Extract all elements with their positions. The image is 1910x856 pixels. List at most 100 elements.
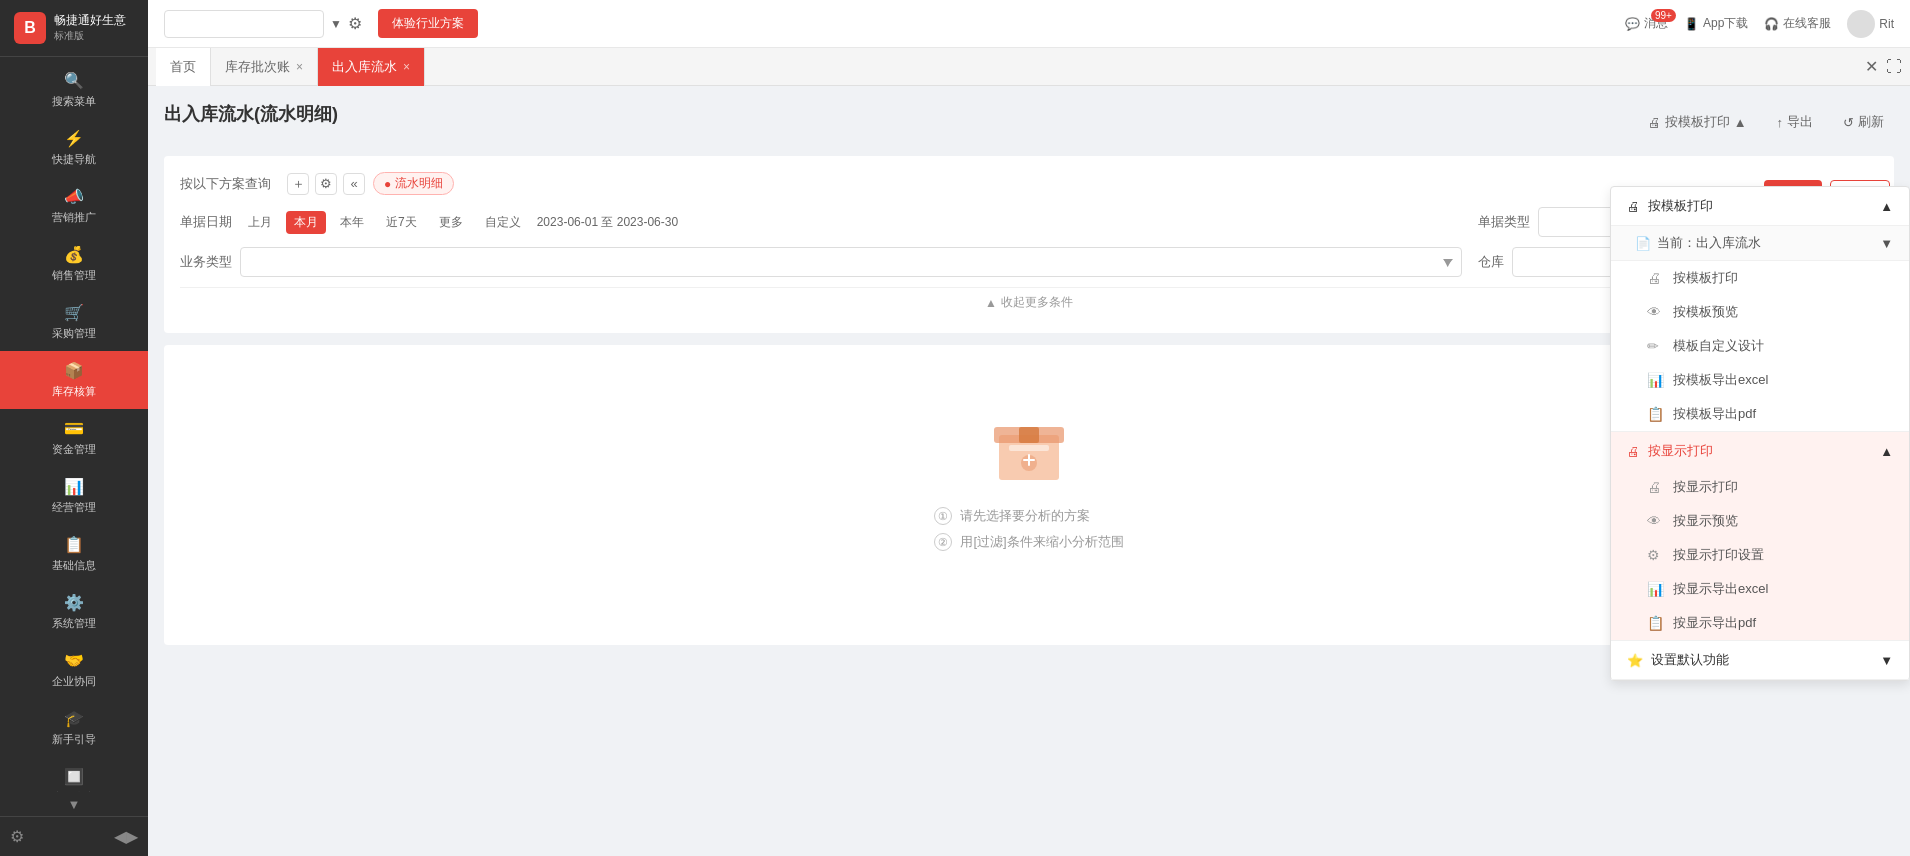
empty-steps: ① 请先选择要分析的方案 ② 用[过滤]条件来缩小分析范围 (934, 507, 1123, 551)
tab-flow[interactable]: 出入库流水 × (318, 48, 425, 86)
print-template-btn[interactable]: 🖨 按模板打印 ▲ (1638, 108, 1757, 136)
online-service-item[interactable]: 🎧 在线客服 (1764, 15, 1831, 32)
default-function-header[interactable]: ⭐ 设置默认功能 ▼ (1611, 641, 1909, 679)
dp-print-icon: 🖨 (1647, 479, 1663, 495)
filter-settings-btn[interactable]: ⚙ (315, 173, 337, 195)
sidebar-item-purchase[interactable]: 🛒采购管理 (0, 293, 148, 351)
display-print-item[interactable]: 🖨 按显示打印 (1611, 470, 1909, 504)
date-btn-本年[interactable]: 本年 (332, 211, 372, 234)
sidebar-item-sales[interactable]: 💰销售管理 (0, 235, 148, 293)
display-print-settings-item[interactable]: ⚙ 按显示打印设置 (1611, 538, 1909, 572)
chevron-up-icon: ▲ (1734, 115, 1747, 130)
collapse-icon[interactable]: ◀▶ (114, 827, 138, 846)
refresh-icon: ↺ (1843, 115, 1854, 130)
export-btn[interactable]: ↑ 导出 (1767, 108, 1824, 136)
search-input[interactable] (164, 10, 324, 38)
dropdown-title: 🖨 按模板打印 (1627, 197, 1713, 215)
sidebar-item-search[interactable]: 🔍搜索菜单 (0, 61, 148, 119)
default-function-section: ⭐ 设置默认功能 ▼ (1611, 641, 1909, 680)
sidebar-item-basic[interactable]: 📋基础信息 (0, 525, 148, 583)
sidebar-item-finance[interactable]: 💳资金管理 (0, 409, 148, 467)
sales-icon: 💰 (64, 245, 84, 264)
svg-rect-3 (1009, 445, 1049, 451)
template-custom-item[interactable]: ✏ 模板自定义设计 (1611, 329, 1909, 363)
user-item[interactable]: Rit (1847, 10, 1894, 38)
display-print-section: 🖨 按显示打印 ▲ 🖨 按显示打印 👁 按显示预览 ⚙ 按显示打印设置 📊 按显… (1611, 432, 1909, 641)
biz-type-select[interactable] (240, 247, 1462, 277)
tab-close-all-btn[interactable]: ✕ (1865, 57, 1878, 76)
display-print-title-text: 按显示打印 (1648, 442, 1713, 460)
default-chevron: ▼ (1880, 653, 1893, 668)
filter-collapse-btn[interactable]: « (343, 173, 365, 195)
sidebar-item-inventory[interactable]: 📦库存核算 (0, 351, 148, 409)
display-print-title: 🖨 按显示打印 (1627, 442, 1713, 460)
sidebar-item-operations[interactable]: 📊经营管理 (0, 467, 148, 525)
date-btn-本月[interactable]: 本月 (286, 211, 326, 234)
header-gear-icon[interactable]: ⚙ (348, 14, 362, 33)
display-print-settings-label: 按显示打印设置 (1673, 546, 1764, 564)
step-1-num: ① (934, 507, 952, 525)
template-preview-item[interactable]: 👁 按模板预览 (1611, 295, 1909, 329)
empty-icon (984, 405, 1074, 495)
step-2-text: 用[过滤]条件来缩小分析范围 (960, 533, 1123, 551)
filter-tag-icon: ● (384, 177, 391, 191)
template-pdf-item[interactable]: 📋 按模板导出pdf (1611, 397, 1909, 431)
sidebar-item-guide[interactable]: 🎓新手引导 (0, 699, 148, 757)
display-preview-item[interactable]: 👁 按显示预览 (1611, 504, 1909, 538)
empty-step-2: ② 用[过滤]条件来缩小分析范围 (934, 533, 1123, 551)
header-dropdown-btn[interactable]: ▼ (330, 17, 342, 31)
sidebar-item-marketing[interactable]: 📣营销推广 (0, 177, 148, 235)
display-excel-item[interactable]: 📊 按显示导出excel (1611, 572, 1909, 606)
tab-label-flow: 出入库流水 (332, 58, 397, 76)
tab-close-batch[interactable]: × (296, 60, 303, 74)
default-icon: ⭐ (1627, 653, 1643, 668)
logo-icon: B (14, 12, 46, 44)
refresh-btn[interactable]: ↺ 刷新 (1833, 108, 1894, 136)
tab-batch[interactable]: 库存批次账× (211, 48, 318, 86)
pdf-icon: 📋 (1647, 406, 1663, 422)
sidebar-scroll-down[interactable]: ▼ (0, 792, 148, 816)
date-btn-上月[interactable]: 上月 (240, 211, 280, 234)
sidebar-item-system[interactable]: ⚙️系统管理 (0, 583, 148, 641)
empty-step-1: ① 请先选择要分析的方案 (934, 507, 1123, 525)
default-function-label: 设置默认功能 (1651, 651, 1729, 669)
display-pdf-item[interactable]: 📋 按显示导出pdf (1611, 606, 1909, 640)
trial-button[interactable]: 体验行业方案 (378, 9, 478, 38)
app-download-item[interactable]: 📱 App下载 (1684, 15, 1748, 32)
date-btn-自定义[interactable]: 自定义 (477, 211, 529, 234)
sidebar-item-shortcut[interactable]: ⚡快捷导航 (0, 119, 148, 177)
tab-close-flow[interactable]: × (403, 60, 410, 74)
template-excel-item[interactable]: 📊 按模板导出excel (1611, 363, 1909, 397)
top-header: ▼ ⚙ 体验行业方案 💬 消息 99+ 📱 App下载 🎧 在线客服 Rit (148, 0, 1910, 48)
excel-icon: 📊 (1647, 372, 1663, 388)
message-item[interactable]: 💬 消息 99+ (1625, 15, 1668, 32)
dropdown-title-text: 按模板打印 (1648, 197, 1713, 215)
logo-area: B 畅捷通好生意 标准版 (0, 0, 148, 57)
display-preview-label: 按显示预览 (1673, 512, 1738, 530)
current-template-section: 📄 当前：出入库流水 ▼ (1611, 226, 1909, 261)
settings-icon[interactable]: ⚙ (10, 827, 24, 846)
display-pdf-label: 按显示导出pdf (1673, 614, 1756, 632)
template-custom-label: 模板自定义设计 (1673, 337, 1764, 355)
phone-icon: 📱 (1684, 17, 1699, 31)
template-excel-label: 按模板导出excel (1673, 371, 1768, 389)
filter-add-btn[interactable]: ＋ (287, 173, 309, 195)
tab-home[interactable]: 首页 (156, 48, 211, 86)
current-template-header[interactable]: 📄 当前：出入库流水 ▼ (1611, 226, 1909, 260)
dropdown-main-header[interactable]: 🖨 按模板打印 ▲ (1611, 187, 1909, 225)
template-options-section: 🖨 按模板打印 👁 按模板预览 ✏ 模板自定义设计 📊 按模板导出excel 📋… (1611, 261, 1909, 432)
display-print-header[interactable]: 🖨 按显示打印 ▲ (1611, 432, 1909, 470)
sidebar-item-apps[interactable]: 🔲应用中心 (0, 757, 148, 792)
tab-fullscreen-btn[interactable]: ⛶ (1886, 58, 1902, 76)
svg-rect-2 (1019, 427, 1039, 443)
preview-icon: 👁 (1647, 304, 1663, 320)
date-btn-近7天[interactable]: 近7天 (378, 211, 425, 234)
date-btn-更多[interactable]: 更多 (431, 211, 471, 234)
filter-tag[interactable]: ● 流水明细 (373, 172, 454, 195)
sidebar-item-corp[interactable]: 🤝企业协同 (0, 641, 148, 699)
message-badge: 99+ (1651, 9, 1676, 22)
tab-right-actions: ✕ ⛶ (1865, 57, 1902, 76)
default-function-title: ⭐ 设置默认功能 (1627, 651, 1729, 669)
template-print-item[interactable]: 🖨 按模板打印 (1611, 261, 1909, 295)
date-range: 2023-06-01 至 2023-06-30 (537, 214, 678, 231)
